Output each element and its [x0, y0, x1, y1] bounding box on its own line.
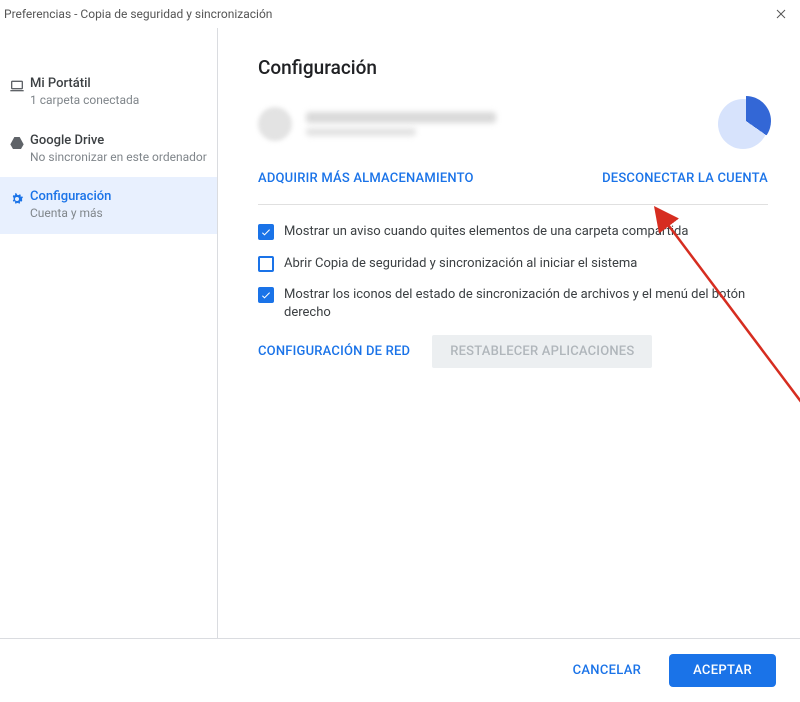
sidebar-item-sublabel: No sincronizar en este ordenador: [30, 150, 207, 166]
page-title: Configuración: [258, 56, 768, 79]
gear-icon: [4, 191, 30, 207]
titlebar: Preferencias - Copia de seguridad y sinc…: [0, 0, 800, 28]
main-panel: Configuración ADQUIRIR MÁS ALMACENAMIENT…: [218, 28, 800, 638]
reset-apps-button: RESTABLECER APLICACIONES: [432, 335, 652, 368]
option-label: Abrir Copia de seguridad y sincronizació…: [284, 255, 637, 273]
option-label: Mostrar los iconos del estado de sincron…: [284, 286, 768, 321]
options-list: Mostrar un aviso cuando quites elementos…: [258, 205, 768, 321]
dialog-footer: CANCELAR ACEPTAR: [0, 638, 800, 702]
storage-pie-chart: [718, 99, 768, 149]
laptop-icon: [4, 78, 30, 94]
option-label: Mostrar un aviso cuando quites elementos…: [284, 223, 688, 241]
disconnect-account-link[interactable]: DESCONECTAR LA CUENTA: [602, 171, 768, 186]
checkbox[interactable]: [258, 224, 274, 240]
checkbox[interactable]: [258, 256, 274, 272]
avatar: [258, 107, 292, 141]
option-row: Abrir Copia de seguridad y sincronizació…: [258, 255, 768, 273]
sidebar-item-label: Google Drive: [30, 133, 207, 148]
accept-button[interactable]: ACEPTAR: [669, 654, 776, 687]
close-icon[interactable]: [772, 5, 790, 23]
option-row: Mostrar los iconos del estado de sincron…: [258, 286, 768, 321]
sidebar-item-sublabel: Cuenta y más: [30, 206, 207, 222]
checkbox[interactable]: [258, 287, 274, 303]
sidebar-item-label: Mi Portátil: [30, 76, 207, 91]
sidebar-item-drive[interactable]: Google Drive No sincronizar en este orde…: [0, 121, 217, 178]
cancel-button[interactable]: CANCELAR: [553, 654, 662, 687]
option-row: Mostrar un aviso cuando quites elementos…: [258, 223, 768, 241]
sidebar-item-laptop[interactable]: Mi Portátil 1 carpeta conectada: [0, 64, 217, 121]
drive-icon: [4, 135, 30, 151]
sidebar: Mi Portátil 1 carpeta conectada Google D…: [0, 28, 218, 638]
network-settings-button[interactable]: CONFIGURACIÓN DE RED: [258, 344, 410, 359]
window-title: Preferencias - Copia de seguridad y sinc…: [4, 7, 272, 21]
account-row: [258, 99, 768, 149]
get-more-storage-link[interactable]: ADQUIRIR MÁS ALMACENAMIENTO: [258, 171, 474, 186]
sidebar-item-sublabel: 1 carpeta conectada: [30, 93, 207, 109]
account-info-redacted: [306, 112, 704, 136]
sidebar-item-settings[interactable]: Configuración Cuenta y más: [0, 177, 217, 234]
sidebar-item-label: Configuración: [30, 189, 207, 204]
